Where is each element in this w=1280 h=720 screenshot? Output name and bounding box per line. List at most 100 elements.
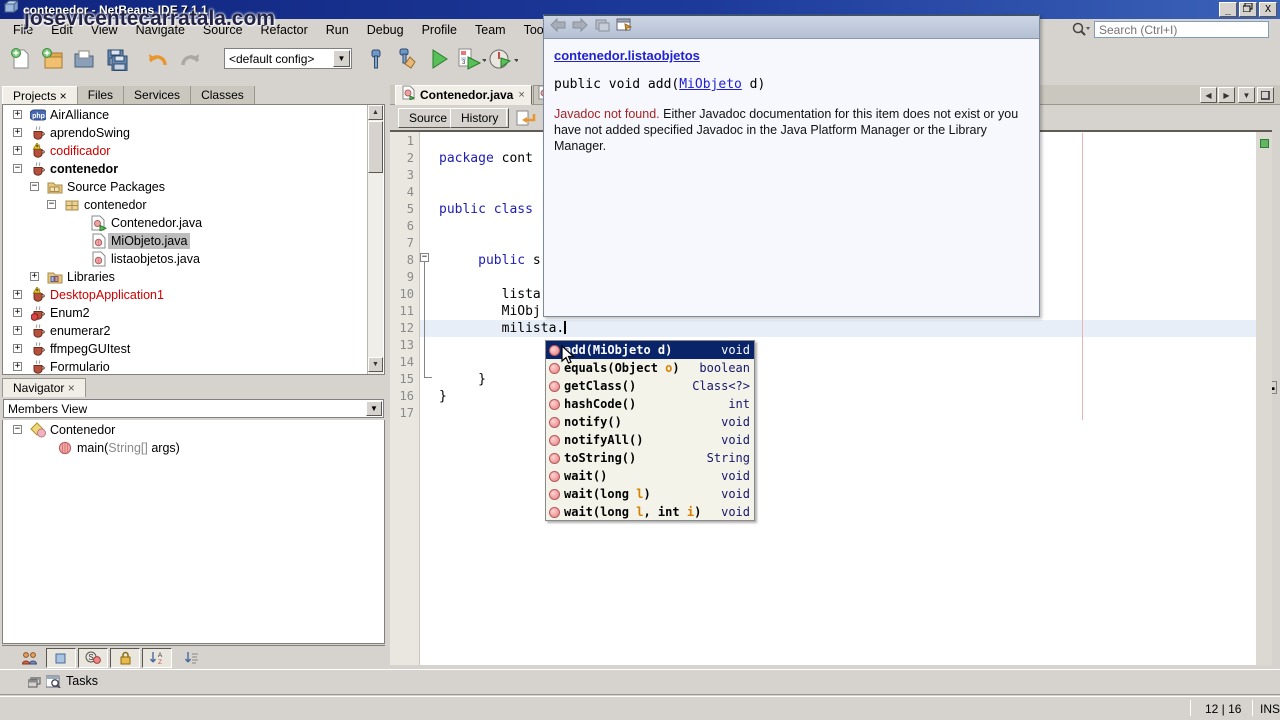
completion-item-getclass[interactable]: getClass() Class<?> bbox=[546, 377, 754, 395]
project-row-ffmpegguitest[interactable]: + ffmpegGUItest bbox=[3, 340, 384, 358]
tree-item-label[interactable]: Libraries bbox=[64, 269, 118, 285]
project-row-source-packages[interactable]: − Source Packages bbox=[3, 178, 384, 196]
tab-list-icon[interactable]: ▼ bbox=[1238, 87, 1255, 103]
non-public-members-icon[interactable] bbox=[110, 648, 140, 668]
copy-icon[interactable] bbox=[594, 18, 610, 37]
expand-icon[interactable]: + bbox=[13, 290, 22, 299]
tab-projects[interactable]: Projects × bbox=[2, 86, 78, 104]
undo-button[interactable] bbox=[143, 44, 173, 74]
close-icon[interactable]: × bbox=[68, 381, 75, 395]
project-row-listaobjetos-java[interactable]: listaobjetos.java bbox=[3, 250, 384, 268]
project-row-enumerar2[interactable]: + enumerar2 bbox=[3, 322, 384, 340]
menu-team[interactable]: Team bbox=[466, 21, 515, 39]
tab-files[interactable]: Files bbox=[77, 86, 125, 104]
expand-icon[interactable]: + bbox=[13, 308, 22, 317]
run-project-button[interactable] bbox=[424, 44, 454, 74]
open-project-button[interactable] bbox=[70, 44, 100, 74]
expand-icon[interactable]: + bbox=[13, 110, 22, 119]
tree-item-label[interactable]: Enum2 bbox=[47, 305, 93, 321]
back-icon[interactable] bbox=[550, 17, 566, 37]
tree-item-label[interactable]: enumerar2 bbox=[47, 323, 113, 339]
project-row-aprendoswing[interactable]: + aprendoSwing bbox=[3, 124, 384, 142]
inherited-members-icon[interactable] bbox=[18, 648, 42, 668]
error-stripe[interactable] bbox=[1256, 132, 1272, 665]
tree-item-label[interactable]: ffmpegGUItest bbox=[47, 341, 133, 357]
tree-item-label[interactable]: AirAlliance bbox=[47, 107, 112, 123]
close-icon[interactable]: × bbox=[518, 89, 524, 101]
restore-window-icon[interactable] bbox=[27, 675, 41, 693]
scroll-tabs-left-icon[interactable]: ◀ bbox=[1200, 87, 1217, 103]
expand-icon[interactable]: + bbox=[13, 146, 22, 155]
new-file-button[interactable] bbox=[6, 44, 36, 74]
scroll-tabs-right-icon[interactable]: ▶ bbox=[1218, 87, 1235, 103]
tasks-label[interactable]: Tasks bbox=[66, 674, 98, 688]
sort-by-source-icon[interactable] bbox=[180, 648, 204, 668]
combo-arrow-icon[interactable]: ▼ bbox=[366, 401, 382, 416]
close-button[interactable]: X bbox=[1259, 2, 1277, 17]
sort-alphabetically-icon[interactable]: AZ bbox=[142, 648, 172, 668]
save-all-button[interactable] bbox=[102, 44, 132, 74]
expand-icon[interactable]: + bbox=[30, 272, 39, 281]
config-combobox[interactable]: <default config> ▼ bbox=[224, 48, 352, 69]
tree-item-label[interactable]: contenedor bbox=[81, 197, 150, 213]
expand-icon[interactable]: + bbox=[13, 326, 22, 335]
tree-item-label[interactable]: Contenedor bbox=[47, 422, 118, 438]
history-view-button[interactable]: History bbox=[450, 108, 510, 128]
profile-project-button[interactable] bbox=[488, 44, 518, 74]
project-row-formulario[interactable]: + Formulario bbox=[3, 358, 384, 374]
collapse-icon[interactable]: − bbox=[13, 164, 22, 173]
show-fields-icon[interactable] bbox=[46, 648, 76, 668]
project-row-libraries[interactable]: + Libraries bbox=[3, 268, 384, 286]
fold-collapse-icon[interactable]: − bbox=[420, 253, 429, 262]
menu-profile[interactable]: Profile bbox=[413, 21, 466, 39]
code-line-12[interactable]: milista. bbox=[420, 320, 1256, 337]
completion-item-tostring[interactable]: toString() String bbox=[546, 449, 754, 467]
project-row-contenedor[interactable]: − contenedor bbox=[3, 160, 384, 178]
combo-arrow-icon[interactable]: ▼ bbox=[333, 50, 350, 67]
menu-run[interactable]: Run bbox=[317, 21, 358, 39]
open-in-browser-icon[interactable] bbox=[616, 17, 633, 37]
project-row-desktopapplication1[interactable]: + DesktopApplication1 bbox=[3, 286, 384, 304]
clean-build-button[interactable] bbox=[392, 44, 422, 74]
last-edit-icon[interactable] bbox=[514, 108, 538, 128]
navigator-row-contenedor[interactable]: − Contenedor bbox=[3, 421, 384, 439]
completion-item-wait[interactable]: wait() void bbox=[546, 467, 754, 485]
project-row-contenedor-java[interactable]: Contenedor.java bbox=[3, 214, 384, 232]
tree-item-label[interactable]: aprendoSwing bbox=[47, 125, 133, 141]
scroll-down-icon[interactable]: ▼ bbox=[368, 357, 383, 372]
static-members-icon[interactable]: S bbox=[78, 648, 108, 668]
redo-button[interactable] bbox=[175, 44, 205, 74]
tree-item-label[interactable]: Formulario bbox=[47, 359, 113, 374]
javadoc-title-link[interactable]: contenedor.listaobjetos bbox=[554, 48, 1029, 63]
project-row-contenedor[interactable]: − contenedor bbox=[3, 196, 384, 214]
completion-item-wait-long-l-int-i[interactable]: wait(long l, int i) void bbox=[546, 503, 754, 521]
tree-item-label[interactable]: codificador bbox=[47, 143, 113, 159]
tab-services[interactable]: Services bbox=[124, 86, 192, 104]
expand-icon[interactable]: + bbox=[13, 128, 22, 137]
completion-item-wait-long-l[interactable]: wait(long l) void bbox=[546, 485, 754, 503]
projects-scrollbar[interactable]: ▲ ▼ bbox=[367, 105, 383, 374]
navigator-row-main-string-args[interactable]: main(String[] args) bbox=[3, 439, 384, 457]
completion-item-notify[interactable]: notify() void bbox=[546, 413, 754, 431]
completion-item-hashcode[interactable]: hashCode() int bbox=[546, 395, 754, 413]
editor-tab-contenedor[interactable]: Contenedor.java × bbox=[395, 85, 532, 105]
tree-item-label[interactable]: MiObjeto.java bbox=[108, 233, 191, 249]
maximize-editor-icon[interactable] bbox=[1257, 87, 1274, 103]
tree-item-label[interactable]: Contenedor.java bbox=[108, 215, 205, 231]
build-project-button[interactable] bbox=[360, 44, 390, 74]
collapse-icon[interactable]: − bbox=[47, 200, 56, 209]
tasks-icon[interactable] bbox=[45, 674, 62, 693]
debug-project-button[interactable]: 3 bbox=[456, 44, 486, 74]
search-icon[interactable] bbox=[1068, 21, 1094, 38]
project-row-airalliance[interactable]: + php AirAlliance bbox=[3, 106, 384, 124]
tree-item-label[interactable]: Source Packages bbox=[64, 179, 168, 195]
tab-navigator[interactable]: Navigator × bbox=[2, 378, 86, 397]
expand-icon[interactable]: + bbox=[13, 362, 22, 371]
project-row-codificador[interactable]: + codificador bbox=[3, 142, 384, 160]
tree-item-label[interactable]: contenedor bbox=[47, 161, 121, 177]
expand-icon[interactable]: + bbox=[13, 344, 22, 353]
minimize-button[interactable]: _ bbox=[1219, 2, 1237, 17]
collapse-icon[interactable]: − bbox=[30, 182, 39, 191]
forward-icon[interactable] bbox=[572, 17, 588, 37]
tree-item-label[interactable]: main(String[] args) bbox=[74, 440, 183, 456]
